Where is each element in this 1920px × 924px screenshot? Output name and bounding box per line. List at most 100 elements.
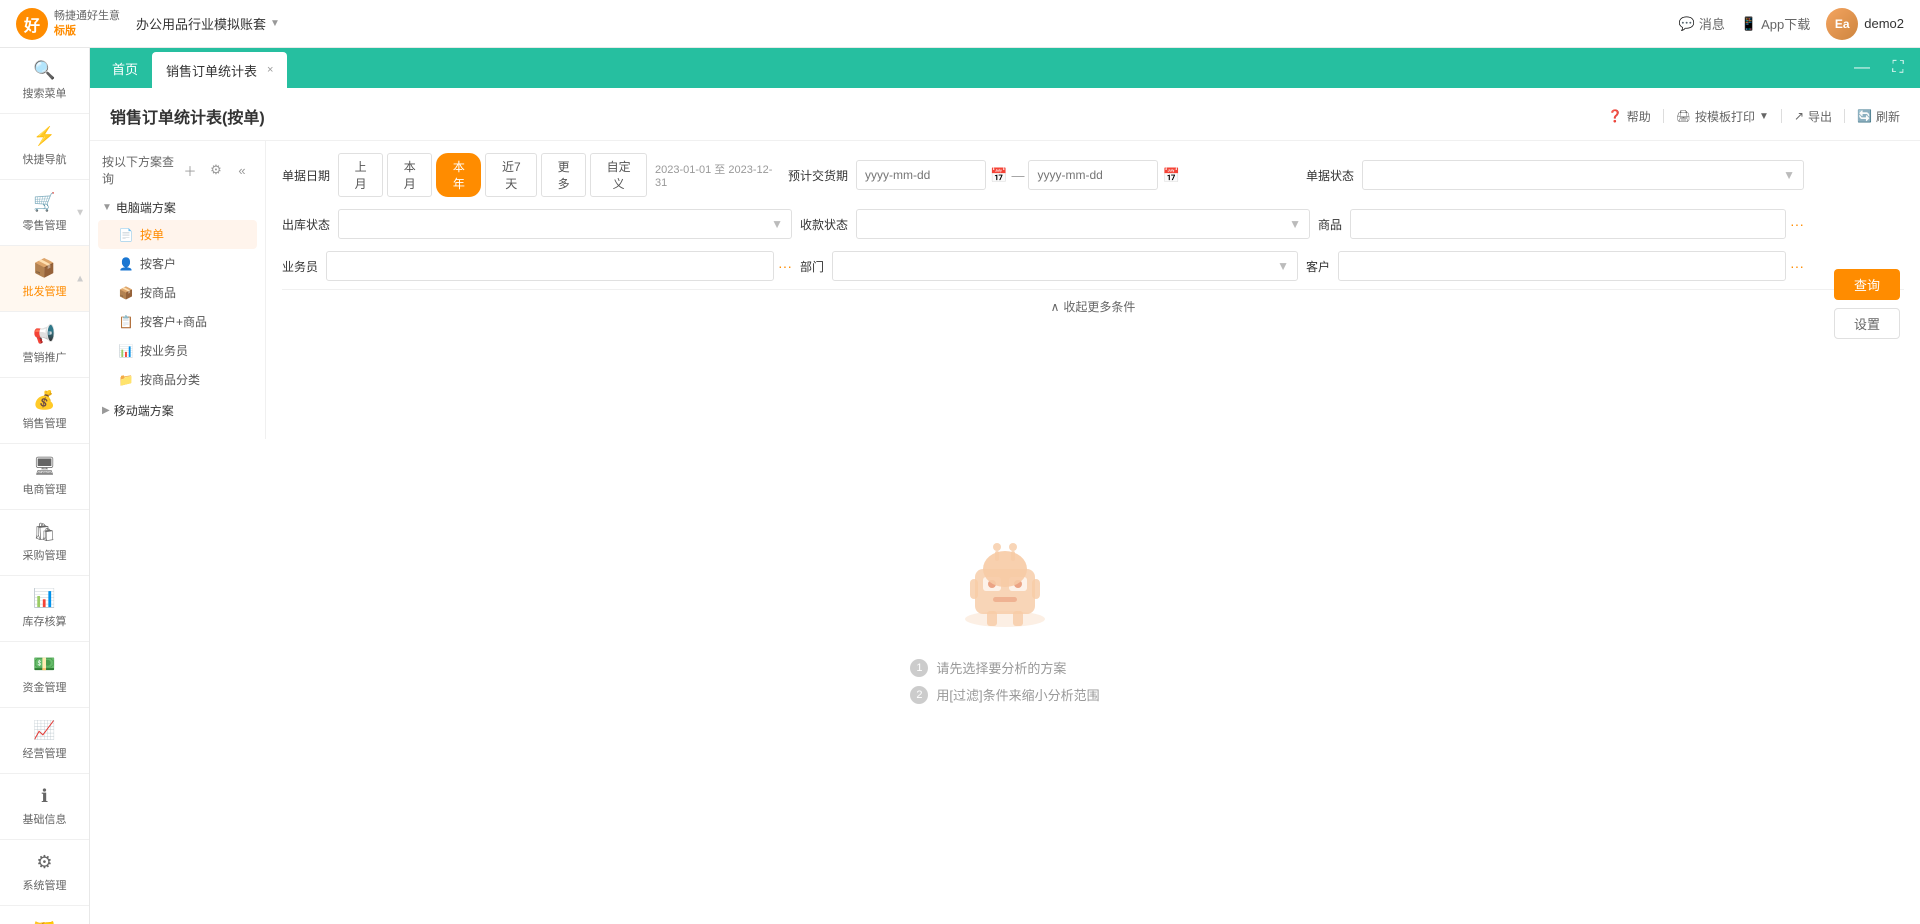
order-status-select-wrapper: ▼ <box>1362 160 1804 190</box>
template-print-button[interactable]: 🖨 按模板打印 ▼ <box>1676 108 1769 125</box>
lightning-icon: ⚡ <box>33 126 55 147</box>
sidebar-item-search[interactable]: 🔍 搜索菜单 <box>0 48 89 114</box>
top-bar-left: 好 畅捷通好生意 标版 办公用品行业模拟账套 ▼ <box>16 8 288 40</box>
scheme-item-by-customer-product[interactable]: 📋 按客户+商品 <box>98 307 257 336</box>
sidebar-item-quick-nav[interactable]: ⚡ 快捷导航 <box>0 114 89 180</box>
sidebar-item-basic[interactable]: ℹ 基础信息 <box>0 774 89 840</box>
salesperson-input-wrapper: ··· <box>326 251 792 281</box>
date-custom-button[interactable]: 自定义 <box>590 153 647 197</box>
salesperson-icon: 📊 <box>118 343 134 359</box>
sales-icon: 💰 <box>33 390 55 411</box>
scheme-item-by-category[interactable]: 📁 按商品分类 <box>98 365 257 394</box>
query-button[interactable]: 查询 <box>1834 269 1900 300</box>
logo-area: 好 畅捷通好生意 标版 <box>16 8 120 40</box>
tab-active[interactable]: 销售订单统计表 × <box>152 52 287 88</box>
department-select[interactable]: ▼ <box>832 251 1298 281</box>
scheme-add-button[interactable]: ＋ <box>179 159 201 181</box>
order-status-select[interactable]: ▼ <box>1362 160 1804 190</box>
empty-hint-1: 1 请先选择要分析的方案 <box>910 658 1099 677</box>
messages-button[interactable]: 💬 消息 <box>1679 14 1725 33</box>
empty-state: 1 请先选择要分析的方案 2 用[过滤]条件来缩小分析范围 <box>90 439 1920 784</box>
scheme-mobile-group: ▶ 移动端方案 <box>98 398 257 423</box>
date-this-month-button[interactable]: 本月 <box>387 153 432 197</box>
chevron-right-icon: ▶ <box>102 405 110 416</box>
expected-date-label: 预计交货期 <box>788 167 848 184</box>
customer-more-icon[interactable]: ··· <box>1790 258 1804 274</box>
expected-date-inputs: 📅 — 📅 <box>856 160 1298 190</box>
sidebar-item-retail[interactable]: 🛒 零售管理 ▼ <box>0 180 89 246</box>
expected-date-end-input[interactable] <box>1028 160 1158 190</box>
sidebar-item-system[interactable]: ⚙ 系统管理 <box>0 840 89 906</box>
tab-minimize-button[interactable]: — <box>1848 54 1876 82</box>
filter-panel: 按以下方案查询 ＋ ⚙ « ▼ 电脑端方案 📄 按单 <box>90 141 1920 439</box>
divider2 <box>1781 109 1782 123</box>
chevron-down-icon: ▼ <box>75 207 85 218</box>
expected-date-start-input[interactable] <box>856 160 986 190</box>
date-options: 上月 本月 本年 近7天 更多 自定义 2023-01-01 至 2023-12… <box>338 153 780 197</box>
payment-status-select[interactable]: ▼ <box>856 209 1310 239</box>
date-last-7-days-button[interactable]: 近7天 <box>485 153 537 197</box>
scheme-item-by-customer[interactable]: 👤 按客户 <box>98 249 257 278</box>
scheme-item-by-product[interactable]: 📦 按商品 <box>98 278 257 307</box>
sidebar-item-ecommerce[interactable]: 🖥 电商管理 <box>0 444 89 510</box>
sidebar-item-operation[interactable]: 📈 经营管理 <box>0 708 89 774</box>
print-icon: 🖨 <box>1676 109 1691 123</box>
app-selector[interactable]: 办公用品行业模拟账套 ▼ <box>128 10 288 37</box>
scheme-panel: 按以下方案查询 ＋ ⚙ « ▼ 电脑端方案 📄 按单 <box>90 141 266 439</box>
refresh-button[interactable]: 🔄 刷新 <box>1857 108 1900 125</box>
delivery-status-select[interactable]: ▼ <box>338 209 792 239</box>
date-last-month-button[interactable]: 上月 <box>338 153 383 197</box>
order-icon: 📄 <box>118 227 134 243</box>
sidebar-item-finance[interactable]: 💵 资金管理 <box>0 642 89 708</box>
user-menu[interactable]: Ea demo2 <box>1826 8 1904 40</box>
sidebar-item-marketing[interactable]: 📢 营销推广 <box>0 312 89 378</box>
sidebar-item-purchase[interactable]: 🛍 采购管理 <box>0 510 89 576</box>
ecommerce-icon: 🖥 <box>33 456 56 477</box>
marketing-icon: 📢 <box>33 324 55 345</box>
settings-button[interactable]: 设置 <box>1834 308 1900 339</box>
top-bar: 好 畅捷通好生意 标版 办公用品行业模拟账套 ▼ 💬 消息 📱 App下载 Ea… <box>0 0 1920 48</box>
sidebar-item-enterprise[interactable]: 🤝 企业协同 <box>0 906 89 924</box>
divider3 <box>1844 109 1845 123</box>
sidebar-item-sales[interactable]: 💰 销售管理 <box>0 378 89 444</box>
scheme-settings-button[interactable]: ⚙ <box>205 159 227 181</box>
calendar-end-icon[interactable]: 📅 <box>1162 167 1179 184</box>
help-button[interactable]: ❓ 帮助 <box>1608 108 1651 125</box>
scheme-collapse-button[interactable]: « <box>231 159 253 181</box>
date-label: 单据日期 <box>282 167 330 184</box>
calendar-start-icon[interactable]: 📅 <box>990 167 1007 184</box>
divider <box>1663 109 1664 123</box>
collapse-button[interactable]: ∧ 收起更多条件 <box>282 289 1904 323</box>
scheme-item-by-order[interactable]: 📄 按单 <box>98 220 257 249</box>
delivery-status-label: 出库状态 <box>282 216 330 233</box>
scheme-actions: ＋ ⚙ « <box>179 159 253 181</box>
scheme-mobile-group-header[interactable]: ▶ 移动端方案 <box>98 398 257 423</box>
gear-icon: ⚙ <box>36 852 52 873</box>
date-this-year-button[interactable]: 本年 <box>436 153 481 197</box>
page-actions: ❓ 帮助 🖨 按模板打印 ▼ ↗ 导出 🔄 刷新 <box>1608 108 1900 125</box>
export-button[interactable]: ↗ 导出 <box>1794 108 1832 125</box>
finance-icon: 💵 <box>33 654 55 675</box>
customer-input[interactable] <box>1338 251 1786 281</box>
sidebar-item-inventory[interactable]: 📊 库存核算 <box>0 576 89 642</box>
product-input[interactable] <box>1350 209 1786 239</box>
customer-label: 客户 <box>1306 258 1330 275</box>
chevron-down-icon: ▼ <box>1289 217 1301 231</box>
logo-text: 畅捷通好生意 标版 <box>54 9 120 38</box>
top-bar-right: 💬 消息 📱 App下载 Ea demo2 <box>1679 8 1904 40</box>
scheme-item-by-salesperson[interactable]: 📊 按业务员 <box>98 336 257 365</box>
scheme-group-header[interactable]: ▼ 电脑端方案 <box>98 195 257 220</box>
app-download-button[interactable]: 📱 App下载 <box>1741 14 1810 33</box>
logo-icon: 好 <box>16 8 48 40</box>
salesperson-input[interactable] <box>326 251 774 281</box>
tab-expand-button[interactable]: ⛶ <box>1884 54 1912 82</box>
customer-product-icon: 📋 <box>118 314 134 330</box>
empty-illustration <box>945 519 1065 639</box>
salesperson-more-icon[interactable]: ··· <box>778 258 792 274</box>
chevron-down-icon: ▼ <box>1783 168 1795 182</box>
product-more-icon[interactable]: ··· <box>1790 216 1804 232</box>
tab-close-icon[interactable]: × <box>267 64 273 76</box>
sidebar-item-wholesale[interactable]: 📦 批发管理 ▲ <box>0 246 89 312</box>
date-more-button[interactable]: 更多 <box>541 153 586 197</box>
tab-home[interactable]: 首页 <box>98 48 152 88</box>
